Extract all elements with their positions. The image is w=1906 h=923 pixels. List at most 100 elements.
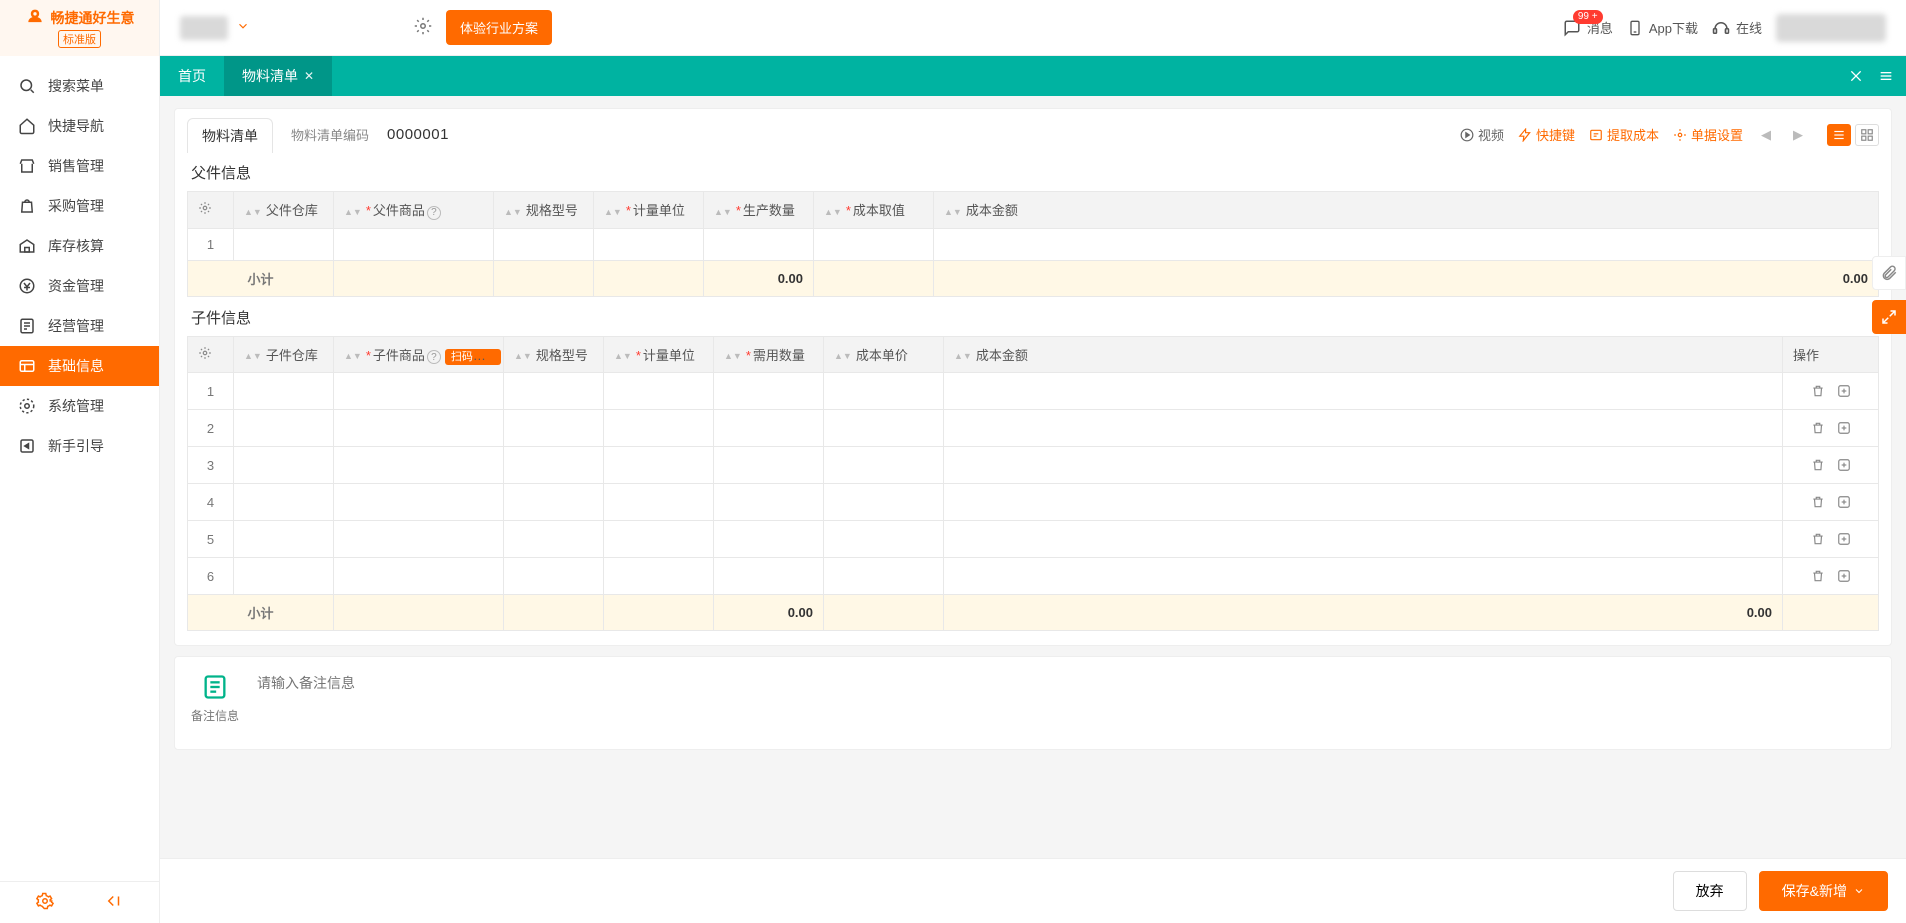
sidebar-item-label: 基础信息 [48, 356, 104, 376]
child-col-spec[interactable]: ▲▼规格型号 [504, 336, 604, 373]
child-col-costamt[interactable]: ▲▼成本金额 [944, 336, 1783, 373]
sidebar-bottom [0, 881, 159, 923]
child-subtotal-amt: 0.00 [944, 595, 1783, 631]
child-col-item[interactable]: ▲▼*子件商品?扫码录入 [334, 336, 504, 373]
tab-bom-label: 物料清单 [242, 66, 298, 86]
tab-more-icon[interactable] [1874, 64, 1898, 88]
table-row[interactable]: 3 [188, 447, 1879, 484]
table-row[interactable]: 1 [188, 373, 1879, 410]
parent-col-costamt[interactable]: ▲▼成本金额 [934, 192, 1879, 229]
parent-col-item[interactable]: ▲▼*父件商品? [334, 192, 494, 229]
tab-home[interactable]: 首页 [160, 56, 224, 96]
settings-icon[interactable] [36, 892, 54, 913]
message-badge: 99 + [1573, 10, 1603, 24]
discard-button[interactable]: 放弃 [1673, 871, 1747, 911]
sidebar-item-label: 搜索菜单 [48, 76, 104, 96]
table-row[interactable]: 2 [188, 410, 1879, 447]
table-row[interactable]: 1 [188, 228, 1879, 260]
org-settings-icon[interactable] [414, 17, 432, 38]
prev-doc-icon[interactable]: ◀ [1757, 127, 1775, 143]
notes-title: 备注信息 [191, 707, 239, 724]
notes-input[interactable] [257, 673, 1875, 733]
sidebar-item-7[interactable]: 基础信息 [0, 346, 159, 386]
shortcut-link[interactable]: 快捷键 [1518, 125, 1575, 144]
sidebar-item-label: 系统管理 [48, 396, 104, 416]
delete-row-icon[interactable] [1808, 492, 1828, 512]
app-label: App下载 [1649, 18, 1698, 37]
logo-icon [25, 8, 45, 28]
form-icon [18, 357, 36, 375]
sidebar-item-label: 库存核算 [48, 236, 104, 256]
sidebar: 畅捷通好生意 标准版 搜索菜单快捷导航销售管理采购管理库存核算资金管理经营管理基… [0, 0, 160, 923]
sidebar-item-label: 经营管理 [48, 316, 104, 336]
org-selector[interactable] [180, 16, 400, 40]
online-support-button[interactable]: 在线 [1712, 18, 1762, 37]
parent-subtotal-label: 小计 [188, 260, 334, 296]
table-row[interactable]: 6 [188, 558, 1879, 595]
chevron-down-icon [236, 19, 250, 36]
messages-button[interactable]: 99 + 消息 [1563, 18, 1613, 37]
child-col-need[interactable]: ▲▼*需用数量 [714, 336, 824, 373]
attachment-icon[interactable] [1872, 256, 1906, 290]
delete-row-icon[interactable] [1808, 529, 1828, 549]
sidebar-item-6[interactable]: 经营管理 [0, 306, 159, 346]
next-doc-icon[interactable]: ▶ [1789, 127, 1807, 143]
child-col-unitcost[interactable]: ▲▼成本单价 [824, 336, 944, 373]
sidebar-item-5[interactable]: 资金管理 [0, 266, 159, 306]
expand-icon[interactable] [1872, 300, 1906, 334]
parent-col-spec[interactable]: ▲▼规格型号 [494, 192, 594, 229]
add-row-icon[interactable] [1834, 492, 1854, 512]
child-subtotal-need: 0.00 [714, 595, 824, 631]
stock-icon [18, 237, 36, 255]
delete-row-icon[interactable] [1808, 566, 1828, 586]
parent-col-qty[interactable]: ▲▼*生产数量 [704, 192, 814, 229]
view-card-icon[interactable] [1855, 124, 1879, 146]
delete-row-icon[interactable] [1808, 455, 1828, 475]
sidebar-item-2[interactable]: 销售管理 [0, 146, 159, 186]
save-and-new-button[interactable]: 保存&新增 [1759, 871, 1888, 911]
add-row-icon[interactable] [1834, 566, 1854, 586]
parent-gear-header[interactable] [188, 192, 234, 229]
sidebar-item-0[interactable]: 搜索菜单 [0, 66, 159, 106]
table-row[interactable]: 4 [188, 484, 1879, 521]
tab-bom[interactable]: 物料清单 ✕ [224, 56, 332, 96]
notes-icon [201, 673, 229, 701]
child-col-uom[interactable]: ▲▼*计量单位 [604, 336, 714, 373]
collapse-icon[interactable] [105, 892, 123, 913]
extract-cost-link[interactable]: 提取成本 [1589, 125, 1659, 144]
doc-tab[interactable]: 物料清单 [187, 118, 273, 153]
add-row-icon[interactable] [1834, 381, 1854, 401]
doc-settings-link[interactable]: 单据设置 [1673, 125, 1743, 144]
sidebar-item-8[interactable]: 系统管理 [0, 386, 159, 426]
child-col-wh[interactable]: ▲▼子件仓库 [234, 336, 334, 373]
app-download-button[interactable]: App下载 [1627, 18, 1698, 37]
add-row-icon[interactable] [1834, 455, 1854, 475]
user-area-blurred[interactable] [1776, 14, 1886, 42]
notes-panel: 备注信息 [174, 656, 1892, 750]
help-icon[interactable]: ? [427, 350, 441, 364]
parent-col-wh[interactable]: ▲▼父件仓库 [234, 192, 334, 229]
brand-edition: 标准版 [58, 30, 101, 48]
view-list-icon[interactable] [1827, 124, 1851, 146]
add-row-icon[interactable] [1834, 418, 1854, 438]
sidebar-item-4[interactable]: 库存核算 [0, 226, 159, 266]
add-row-icon[interactable] [1834, 529, 1854, 549]
sidebar-item-1[interactable]: 快捷导航 [0, 106, 159, 146]
experience-button[interactable]: 体验行业方案 [446, 10, 552, 45]
delete-row-icon[interactable] [1808, 418, 1828, 438]
bag-icon [18, 197, 36, 215]
help-icon[interactable]: ? [427, 206, 441, 220]
sidebar-item-9[interactable]: 新手引导 [0, 426, 159, 466]
scan-chip[interactable]: 扫码录入 [445, 349, 501, 365]
table-row[interactable]: 5 [188, 521, 1879, 558]
parent-col-uom[interactable]: ▲▼*计量单位 [594, 192, 704, 229]
tab-close-all-icon[interactable] [1844, 64, 1868, 88]
sidebar-item-3[interactable]: 采购管理 [0, 186, 159, 226]
search-icon [18, 77, 36, 95]
video-link[interactable]: 视频 [1460, 125, 1504, 144]
parent-col-costsrc[interactable]: ▲▼*成本取值 [814, 192, 934, 229]
delete-row-icon[interactable] [1808, 381, 1828, 401]
close-icon[interactable]: ✕ [304, 69, 314, 83]
document-panel: 物料清单 物料清单编码 0000001 视频 快捷键 提取成本 单据设置 ◀ ▶ [174, 108, 1892, 646]
child-gear-header[interactable] [188, 336, 234, 373]
